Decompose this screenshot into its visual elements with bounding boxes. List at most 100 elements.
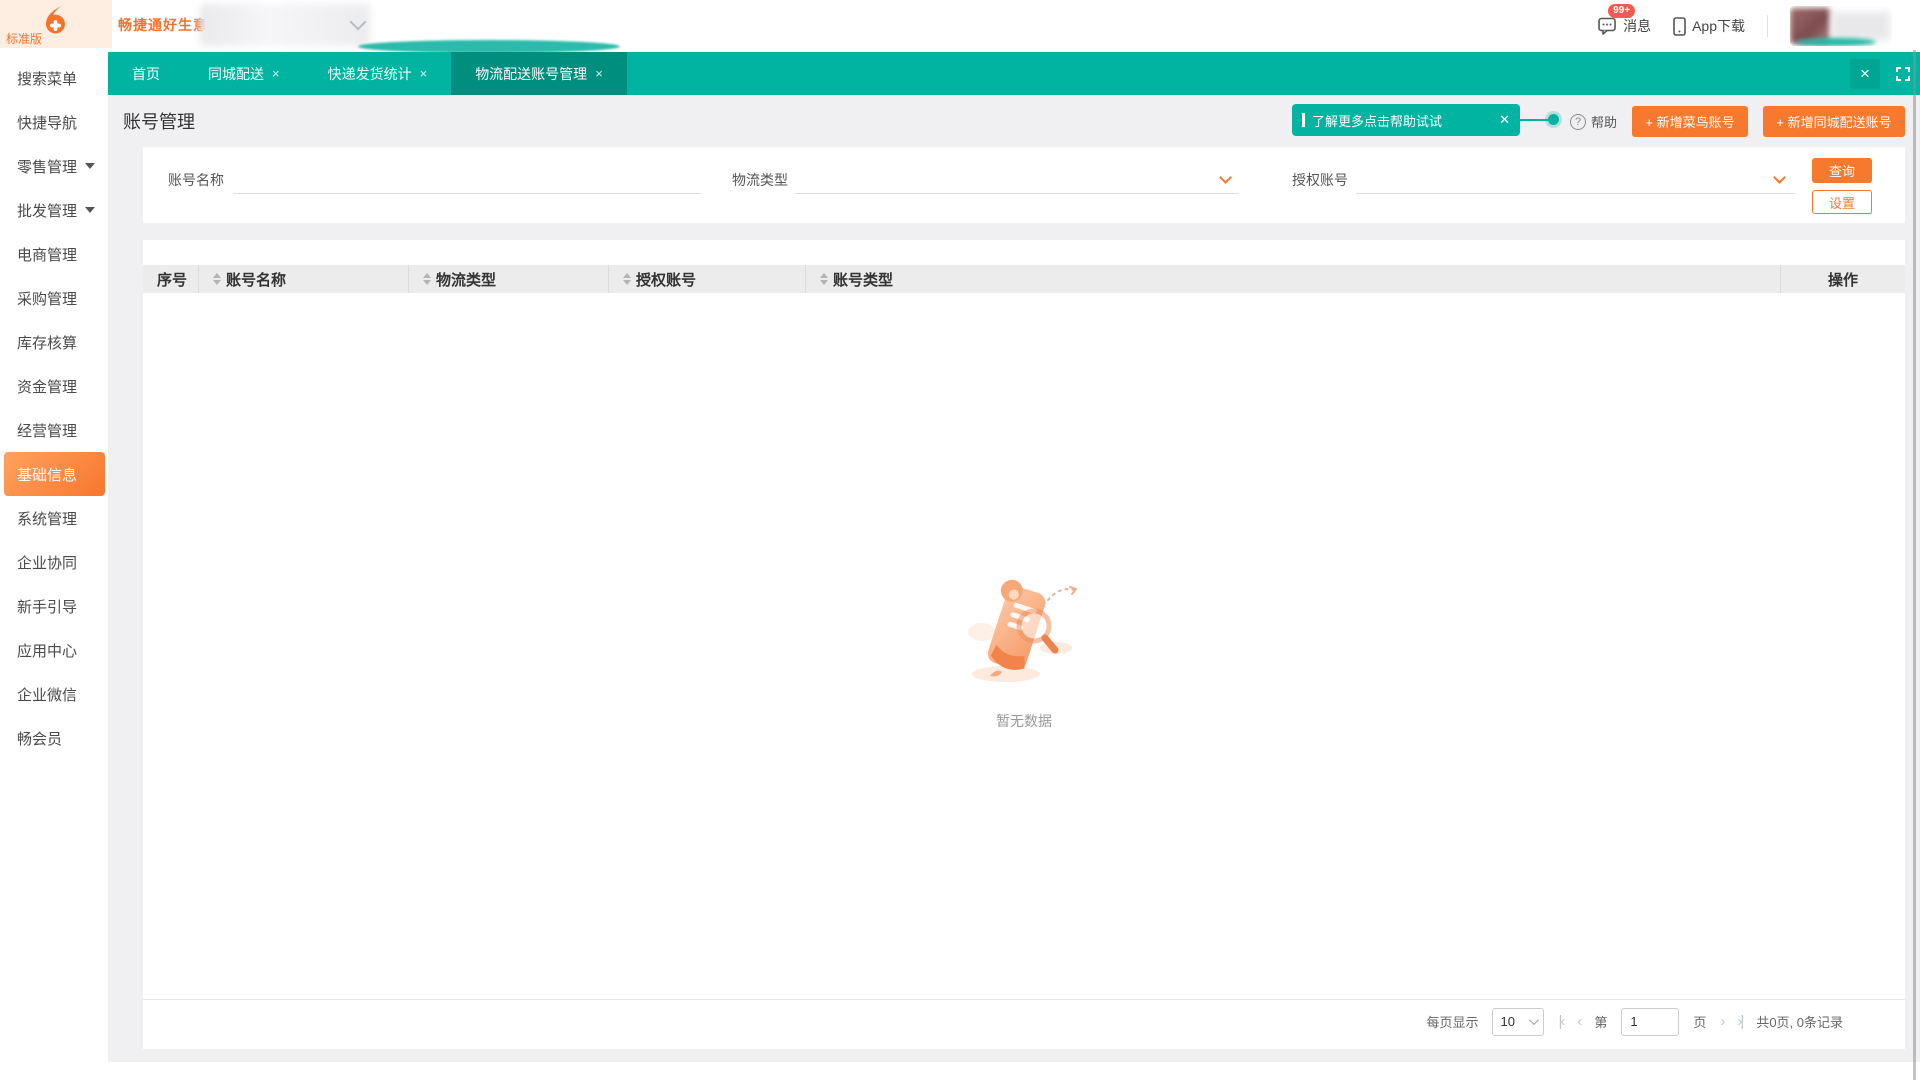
column-label: 操作	[1827, 271, 1858, 289]
company-name-redacted	[200, 4, 370, 46]
sidebar-item-label: 企业微信	[17, 686, 78, 704]
page-title: 账号管理	[123, 112, 195, 132]
per-page-value: 10	[1500, 1014, 1515, 1029]
messages-button[interactable]: 99+ 消息	[1598, 4, 1652, 36]
sidebar-item-label: 系统管理	[17, 510, 78, 528]
query-button[interactable]: 查询	[1812, 158, 1872, 183]
tabs-group: 首页 同城配送 × 快递发货统计 × 物流配送账号管理 ×	[108, 52, 627, 95]
sort-icon[interactable]	[423, 273, 431, 285]
per-page-select[interactable]: 10	[1492, 1007, 1545, 1036]
last-page-button[interactable]: ›|	[1737, 1013, 1744, 1030]
sidebar-item-label: 快捷导航	[17, 114, 78, 132]
sort-icon[interactable]	[623, 273, 631, 285]
authorized-account-chevron-down-icon[interactable]	[1773, 171, 1786, 184]
question-mark-icon: ?	[1570, 113, 1586, 130]
column-label: 序号	[157, 271, 188, 289]
sidebar-item-12[interactable]: 企业协同	[0, 540, 108, 584]
sidebar-item-8[interactable]: 资金管理	[0, 364, 108, 408]
tab-label: 物流配送账号管理	[475, 65, 588, 82]
column-label: 账号类型	[833, 271, 894, 289]
first-page-button[interactable]: |‹	[1558, 1013, 1565, 1030]
sidebar-item-13[interactable]: 新手引导	[0, 584, 108, 628]
column-header-4[interactable]: 授权账号	[609, 265, 806, 293]
filter-authorized-account-label: 授权账号	[1292, 172, 1348, 188]
sidebar-item-label: 批发管理	[17, 202, 78, 220]
banner-connector-line	[1520, 119, 1550, 121]
sidebar-item-label: 企业协同	[17, 554, 78, 572]
sidebar-item-7[interactable]: 库存核算	[0, 320, 108, 364]
sidebar-item-9[interactable]: 经营管理	[0, 408, 108, 452]
tab-4[interactable]: 物流配送账号管理 ×	[451, 52, 627, 95]
tab-close-icon[interactable]: ×	[420, 67, 428, 80]
sort-icon[interactable]	[213, 273, 221, 285]
help-button[interactable]: ? 帮助	[1570, 112, 1617, 131]
sidebar-item-14[interactable]: 应用中心	[0, 628, 108, 672]
banner-close-icon[interactable]: ✕	[1499, 112, 1510, 128]
column-header-3[interactable]: 物流类型	[409, 265, 609, 293]
sidebar-item-6[interactable]: 采购管理	[0, 276, 108, 320]
avatar-decoration	[1796, 38, 1876, 46]
banner-connector-dot	[1548, 114, 1559, 125]
top-bar: 畅捷通好生意 99+ 消息 App下载	[0, 0, 1920, 53]
messages-label: 消息	[1623, 18, 1652, 34]
tab-3[interactable]: 快递发货统计 ×	[304, 52, 452, 95]
logistics-type-select[interactable]	[795, 193, 1239, 194]
tab-1[interactable]: 首页	[108, 52, 184, 95]
column-header-5[interactable]: 账号类型	[806, 265, 1781, 293]
tab-label: 首页	[132, 65, 160, 82]
fullscreen-icon[interactable]	[1896, 66, 1910, 81]
sidebar-item-3[interactable]: 零售管理	[0, 144, 108, 188]
empty-state-text: 暂无数据	[996, 713, 1052, 729]
window-controls: ×	[1850, 52, 1914, 95]
prev-page-button[interactable]: ‹	[1577, 1013, 1582, 1030]
add-cainiao-account-button[interactable]: + 新增菜鸟账号	[1632, 106, 1748, 137]
accounts-table-panel: 序号 账号名称 物流类型 授权账号 账号类型 操作 暂无数据 每页显示 10 |…	[143, 240, 1905, 1049]
sidebar-item-10[interactable]: 基础信息	[4, 452, 105, 496]
sidebar: 标准版 搜索菜单 快捷导航 零售管理 批发管理 电商管理 采购管理 库存核算 资金管理 经营管理…	[0, 0, 112, 1080]
sidebar-item-label: 经营管理	[17, 422, 78, 440]
account-name-input[interactable]	[233, 193, 701, 194]
empty-state: 暂无数据	[143, 570, 1905, 731]
column-label: 授权账号	[636, 271, 697, 289]
sidebar-item-label: 电商管理	[17, 246, 78, 264]
sidebar-item-15[interactable]: 企业微信	[0, 672, 108, 716]
settings-button[interactable]: 设置	[1812, 190, 1872, 214]
logistics-type-chevron-down-icon[interactable]	[1219, 171, 1232, 184]
tab-close-icon[interactable]: ×	[272, 67, 280, 80]
sidebar-item-4[interactable]: 批发管理	[0, 188, 108, 232]
help-banner-text: 了解更多点击帮助试试	[1312, 113, 1443, 129]
column-header-2[interactable]: 账号名称	[199, 265, 409, 293]
tab-2[interactable]: 同城配送 ×	[184, 52, 304, 95]
app-logo-icon	[46, 6, 65, 34]
no-data-illustration-icon	[968, 579, 1077, 682]
sidebar-item-2[interactable]: 快捷导航	[0, 100, 108, 144]
window-scrollbar[interactable]	[1913, 50, 1916, 1080]
column-header-1: 序号	[143, 265, 199, 293]
sidebar-item-11[interactable]: 系统管理	[0, 496, 108, 540]
app-download-button[interactable]: App下载	[1673, 16, 1745, 36]
sidebar-item-1[interactable]: 搜索菜单	[0, 56, 108, 100]
user-avatar[interactable]	[1790, 6, 1892, 46]
topbar-right-group: 99+ 消息 App下载	[1598, 0, 1892, 52]
next-page-button[interactable]: ›	[1720, 1013, 1725, 1030]
sidebar-item-label: 基础信息	[17, 466, 78, 484]
sidebar-item-label: 畅会员	[17, 730, 63, 748]
sidebar-item-16[interactable]: 畅会员	[0, 716, 108, 760]
page-suffix-label: 页	[1693, 1015, 1707, 1030]
sidebar-item-label: 资金管理	[17, 378, 78, 396]
close-all-tabs-icon[interactable]: ×	[1850, 58, 1880, 89]
column-label: 物流类型	[436, 271, 497, 289]
phone-icon	[1673, 16, 1686, 36]
tab-label: 快递发货统计	[327, 65, 412, 82]
sort-icon[interactable]	[820, 273, 828, 285]
sidebar-item-label: 应用中心	[17, 642, 78, 660]
filter-account-name-label: 账号名称	[168, 172, 224, 188]
page-number-input[interactable]	[1621, 1007, 1680, 1036]
avatar-name-redacted	[1832, 12, 1890, 40]
sidebar-item-label: 新手引导	[17, 598, 78, 616]
add-tongcheng-delivery-account-button[interactable]: + 新增同城配送账号	[1763, 106, 1905, 137]
messages-count-badge: 99+	[1608, 4, 1636, 18]
tab-close-icon[interactable]: ×	[595, 67, 603, 80]
authorized-account-select[interactable]	[1356, 193, 1795, 194]
sidebar-item-5[interactable]: 电商管理	[0, 232, 108, 276]
